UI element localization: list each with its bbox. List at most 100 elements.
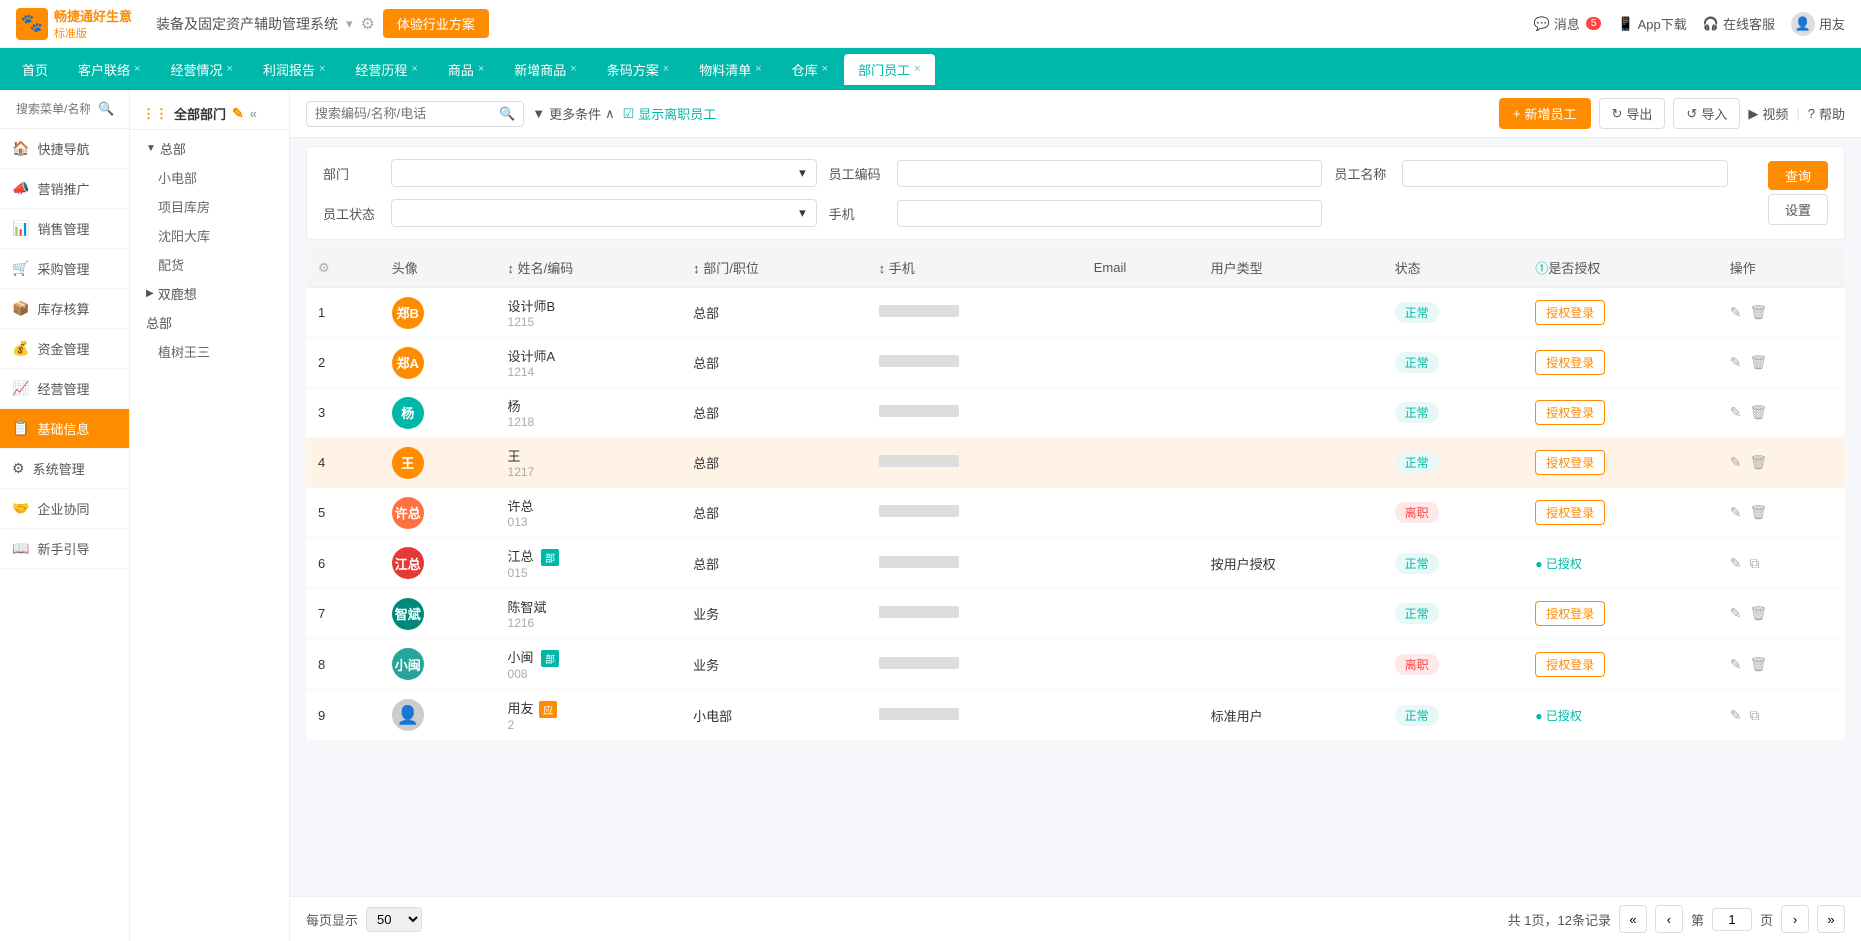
user-btn[interactable]: 👤 用友 (1791, 12, 1845, 36)
auth-btn[interactable]: 授权登录 (1535, 350, 1605, 375)
delete-btn[interactable]: 🗑 (1749, 454, 1767, 471)
delete-btn[interactable]: 🗑 (1749, 656, 1767, 673)
message-btn[interactable]: 💬 消息 5 (1534, 14, 1602, 33)
edit-btn[interactable]: ✎ (1730, 656, 1742, 673)
search-btn[interactable]: 查询 (1768, 161, 1828, 190)
set-btn[interactable]: 设置 (1768, 194, 1828, 225)
copy-btn[interactable]: ⧉ (1749, 555, 1759, 572)
edit-btn[interactable]: ✎ (1730, 454, 1742, 471)
tree-node-shenyang[interactable]: 沈阳大库 (130, 221, 289, 250)
edit-btn[interactable]: ✎ (1730, 504, 1742, 521)
view-btn[interactable]: ▶ 视频 (1748, 104, 1788, 123)
tab-bom[interactable]: 物料清单 × (685, 54, 775, 85)
search-icon[interactable]: 🔍 (499, 106, 515, 122)
close-icon[interactable]: × (319, 63, 325, 75)
sidebar-item-quick-nav[interactable]: 🏠 快捷导航 (0, 129, 129, 169)
sidebar-item-basic-info[interactable]: 📋 基础信息 (0, 409, 129, 449)
trial-btn[interactable]: 体验行业方案 (383, 9, 489, 38)
tab-home[interactable]: 首页 (8, 54, 62, 85)
delete-btn[interactable]: 🗑 (1749, 404, 1767, 421)
tree-node-peihuo[interactable]: 配货 (130, 250, 289, 279)
tree-node-xiaodian[interactable]: 小电部 (130, 163, 289, 192)
tree-node-zhishu[interactable]: 植树王三 (130, 337, 289, 366)
close-icon[interactable]: × (478, 63, 484, 75)
edit-btn[interactable]: ✎ (1730, 304, 1742, 321)
close-icon[interactable]: × (226, 63, 232, 75)
dept-select[interactable]: ▾ (391, 159, 817, 187)
tree-node-zonbu[interactable]: ▼ 总部 (130, 134, 289, 163)
first-page-btn[interactable]: « (1619, 905, 1647, 933)
tab-customer[interactable]: 客户联络 × (64, 54, 154, 85)
prev-page-btn[interactable]: ‹ (1655, 905, 1683, 933)
edit-btn[interactable]: ✎ (1730, 555, 1742, 572)
copy-btn[interactable]: ⧉ (1749, 707, 1759, 724)
last-page-btn[interactable]: » (1817, 905, 1845, 933)
delete-btn[interactable]: 🗑 (1749, 504, 1767, 521)
help-btn[interactable]: ? 帮助 (1808, 104, 1845, 123)
tab-warehouse[interactable]: 仓库 × (778, 54, 842, 85)
close-icon[interactable]: × (755, 63, 761, 75)
page-size-select[interactable]: 50 100 (366, 907, 422, 932)
edit-btn[interactable]: ✎ (1730, 605, 1742, 622)
tree-node-project[interactable]: 项目库房 (130, 192, 289, 221)
col-settings[interactable]: ⚙ (306, 248, 380, 288)
import-btn[interactable]: ↺ 导入 (1673, 98, 1740, 129)
show-resigned-toggle[interactable]: ☑ 显示离职员工 (623, 104, 717, 123)
close-icon[interactable]: × (411, 63, 417, 75)
phone-input[interactable] (897, 200, 1323, 227)
close-icon[interactable]: × (822, 63, 828, 75)
edit-btn[interactable]: ✎ (1730, 354, 1742, 371)
auth-btn[interactable]: 授权登录 (1535, 400, 1605, 425)
sidebar-item-guide[interactable]: 📖 新手引导 (0, 529, 129, 569)
tab-add-goods[interactable]: 新增商品 × (500, 54, 590, 85)
tab-barcode[interactable]: 条码方案 × (593, 54, 683, 85)
export-btn[interactable]: ↻ 导出 (1599, 98, 1666, 129)
delete-btn[interactable]: 🗑 (1749, 605, 1767, 622)
sidebar-item-inventory[interactable]: 📦 库存核算 (0, 289, 129, 329)
sidebar-item-marketing[interactable]: 📣 营销推广 (0, 169, 129, 209)
delete-btn[interactable]: 🗑 (1749, 354, 1767, 371)
edit-icon[interactable]: ✎ (232, 105, 244, 122)
tab-operation[interactable]: 经营情况 × (156, 54, 246, 85)
tab-history[interactable]: 经营历程 × (341, 54, 431, 85)
search-input[interactable] (315, 106, 495, 121)
next-page-btn[interactable]: › (1781, 905, 1809, 933)
settings-icon[interactable]: ⚙ (361, 14, 375, 34)
auth-btn[interactable]: 授权登录 (1535, 652, 1605, 677)
tree-node-shuanglu[interactable]: ▶ 双鹿想 (130, 279, 289, 308)
tree-node-zonbu2[interactable]: 总部 (130, 308, 289, 337)
sidebar-item-sales[interactable]: 📊 销售管理 (0, 209, 129, 249)
auth-btn[interactable]: 授权登录 (1535, 601, 1605, 626)
sidebar-item-operations[interactable]: 📈 经营管理 (0, 369, 129, 409)
auth-btn[interactable]: 授权登录 (1535, 500, 1605, 525)
tab-department[interactable]: 部门员工 × (844, 54, 934, 85)
app-download-btn[interactable]: 📱 App下载 (1617, 14, 1686, 33)
tab-profit[interactable]: 利润报告 × (249, 54, 339, 85)
page-input[interactable] (1712, 908, 1752, 931)
tab-goods[interactable]: 商品 × (434, 54, 498, 85)
auth-btn[interactable]: 授权登录 (1535, 300, 1605, 325)
sidebar-search-input[interactable] (8, 98, 98, 120)
close-icon[interactable]: × (663, 63, 669, 75)
sidebar-item-purchase[interactable]: 🛒 采购管理 (0, 249, 129, 289)
auth-btn[interactable]: 授权登录 (1535, 450, 1605, 475)
col-name[interactable]: ↕ 姓名/编码 (496, 248, 682, 288)
system-dropdown-icon[interactable]: ▾ (346, 16, 353, 32)
more-conditions-btn[interactable]: ▼ 更多条件 ∧ (532, 104, 614, 123)
close-icon[interactable]: × (914, 63, 920, 75)
edit-btn[interactable]: ✎ (1730, 707, 1742, 724)
close-icon[interactable]: × (134, 63, 140, 75)
edit-btn[interactable]: ✎ (1730, 404, 1742, 421)
collapse-icon[interactable]: « (250, 106, 257, 121)
online-service-btn[interactable]: 🎧 在线客服 (1703, 14, 1775, 33)
sidebar-item-finance[interactable]: 💰 资金管理 (0, 329, 129, 369)
emp-name-input[interactable] (1402, 160, 1728, 187)
emp-code-input[interactable] (897, 160, 1323, 187)
close-icon[interactable]: × (570, 63, 576, 75)
sidebar-item-collab[interactable]: 🤝 企业协同 (0, 489, 129, 529)
col-dept[interactable]: ↕ 部门/职位 (681, 248, 867, 288)
emp-status-select[interactable]: ▾ (391, 199, 817, 227)
delete-btn[interactable]: 🗑 (1749, 304, 1767, 321)
sidebar-item-system[interactable]: ⚙ 系统管理 (0, 449, 129, 489)
col-phone[interactable]: ↕ 手机 (867, 248, 1082, 288)
